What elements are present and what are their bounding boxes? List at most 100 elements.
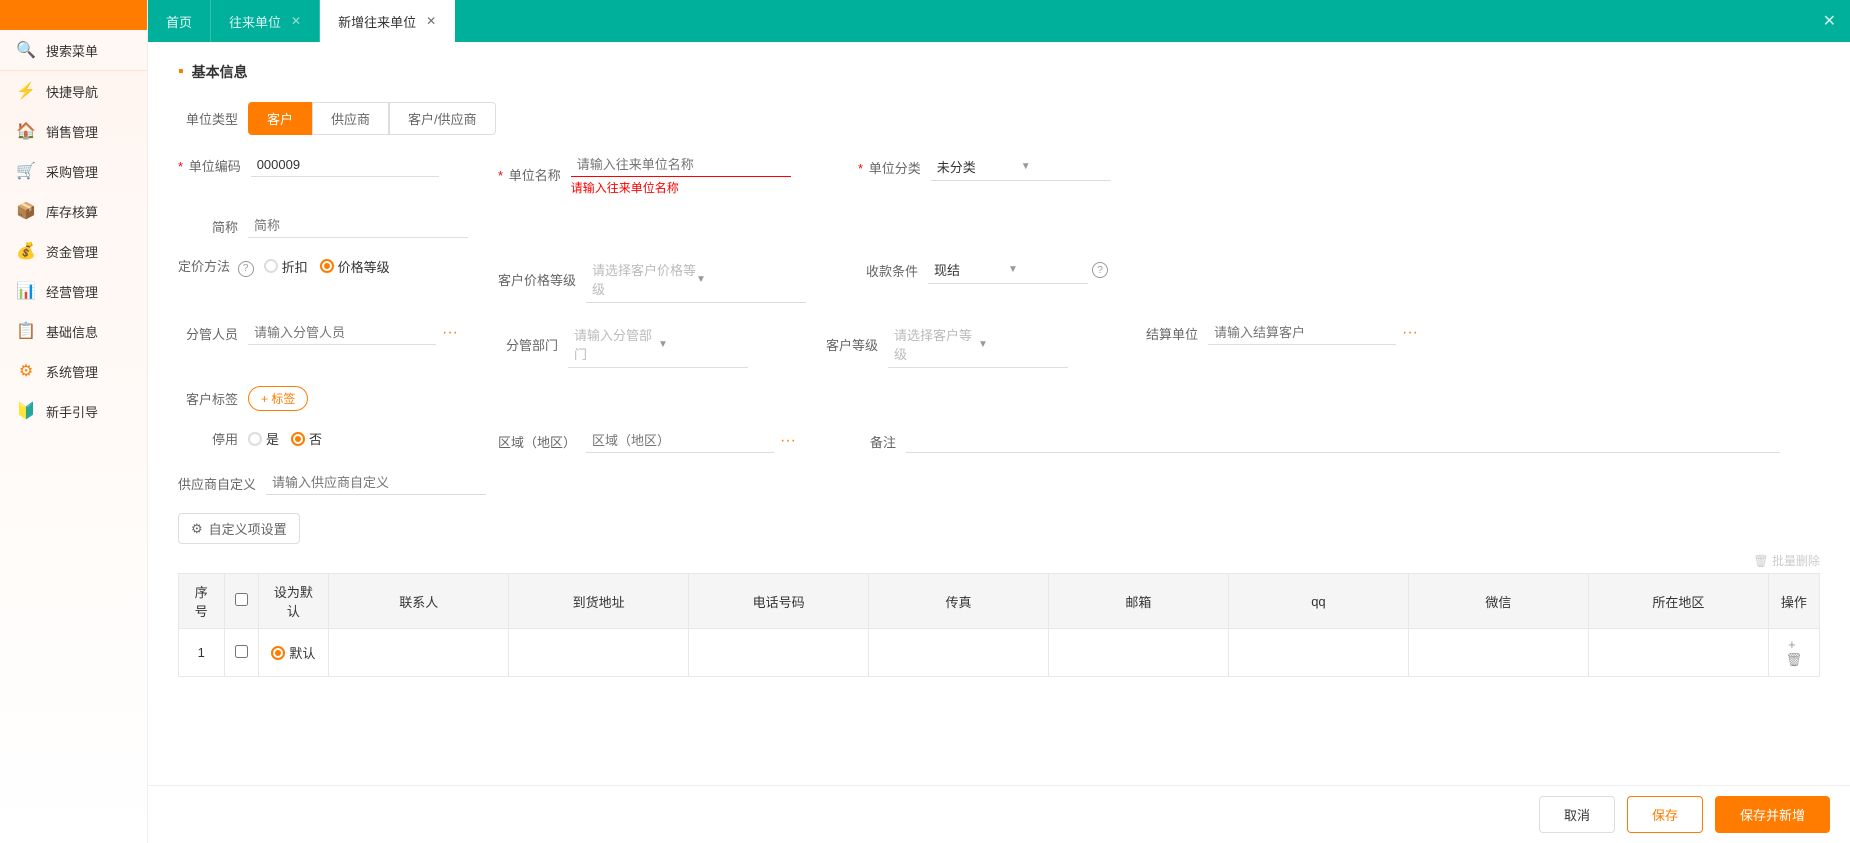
save-button[interactable]: 保存	[1627, 796, 1703, 833]
td-phone[interactable]	[689, 629, 869, 677]
settlement-more-btn[interactable]: ···	[1402, 324, 1418, 342]
contacts-table: 序号 设为默认 联系人 到货地址 电话号码 传真 邮箱 qq 微信 所在地区 操…	[178, 573, 1820, 677]
pricing-radio-group: 折扣 价格等级	[264, 257, 390, 276]
customer-level-arrow: ▼	[978, 339, 1062, 350]
customer-price-level-group: 客户价格等级 请选择客户价格等级 ▼	[498, 256, 818, 303]
customer-price-level-select[interactable]: 请选择客户价格等级 ▼	[586, 256, 806, 303]
td-qq[interactable]	[1228, 629, 1408, 677]
sidebar-item-quick-nav[interactable]: ⚡ 快捷导航	[0, 71, 147, 111]
manager-group: 分管人员 ···	[178, 321, 458, 345]
table-header-row: 序号 设为默认 联系人 到货地址 电话号码 传真 邮箱 qq 微信 所在地区 操…	[179, 574, 1820, 629]
radio-price-level[interactable]: 价格等级	[320, 257, 390, 276]
tab-new-partner-close[interactable]: ✕	[426, 14, 436, 28]
pricing-help-icon[interactable]: ?	[238, 261, 254, 277]
short-name-group: 简称	[178, 214, 468, 238]
sidebar-item-new-guide[interactable]: 🔰 新手引导	[0, 391, 147, 431]
supplier-custom-row: 供应商自定义	[178, 471, 1820, 495]
region-more-btn[interactable]: ···	[780, 432, 796, 450]
email-input[interactable]	[1059, 645, 1218, 660]
select-all-checkbox[interactable]	[235, 593, 248, 606]
add-tag-button[interactable]: + 标签	[248, 386, 308, 411]
btn-type-both[interactable]: 客户/供应商	[389, 102, 496, 135]
sidebar-item-operations[interactable]: 📊 经营管理	[0, 271, 147, 311]
tab-home[interactable]: 首页	[148, 0, 211, 42]
manager-label: 分管人员	[178, 324, 238, 343]
supplier-custom-group: 供应商自定义	[178, 471, 486, 495]
dept-label: 分管部门	[498, 335, 558, 354]
unit-type-label: 单位类型	[178, 109, 238, 128]
customer-level-label: 客户等级	[818, 335, 878, 354]
pricing-label: 定价方法 ?	[178, 256, 254, 277]
name-input[interactable]	[571, 153, 791, 177]
payment-terms-help-icon[interactable]: ?	[1092, 262, 1108, 278]
supplier-custom-input[interactable]	[266, 471, 486, 495]
manager-more-btn[interactable]: ···	[442, 324, 458, 342]
th-address: 到货地址	[509, 574, 689, 629]
code-input[interactable]	[251, 153, 439, 177]
delete-row-btn[interactable]: 🗑	[1786, 652, 1803, 667]
td-default: 默认	[258, 629, 329, 677]
tab-partners[interactable]: 往来单位 ✕	[211, 0, 320, 42]
sidebar-item-basic-info[interactable]: 📋 基础信息	[0, 311, 147, 351]
th-email: 邮箱	[1048, 574, 1228, 629]
td-email[interactable]	[1048, 629, 1228, 677]
sidebar-item-search[interactable]: 🔍 搜索菜单	[0, 30, 147, 71]
save-new-button[interactable]: 保存并新增	[1715, 796, 1830, 833]
qq-input[interactable]	[1239, 645, 1398, 660]
td-wechat[interactable]	[1408, 629, 1588, 677]
unit-type-buttons: 客户 供应商 客户/供应商	[248, 102, 496, 135]
manager-input[interactable]	[248, 321, 436, 345]
address-input[interactable]	[519, 645, 678, 660]
payment-terms-label: 收款条件	[858, 261, 918, 280]
th-contact: 联系人	[329, 574, 509, 629]
dept-select[interactable]: 请输入分管部门 ▼	[568, 321, 748, 368]
radio-disabled-no[interactable]: 否	[291, 429, 322, 448]
settlement-input[interactable]	[1208, 321, 1396, 345]
cancel-button[interactable]: 取消	[1539, 796, 1615, 833]
default-radio[interactable]: 默认	[269, 643, 319, 662]
add-row-btn[interactable]: +	[1788, 637, 1796, 652]
unit-type-row: 单位类型 客户 供应商 客户/供应商	[178, 102, 1820, 135]
tags-group: 客户标签 + 标签	[178, 386, 458, 411]
td-contact[interactable]	[329, 629, 509, 677]
radio-discount[interactable]: 折扣	[264, 257, 308, 276]
close-all-tabs[interactable]: ✕	[1809, 11, 1850, 31]
td-seq: 1	[179, 629, 225, 677]
region-group: 区域（地区） ···	[498, 429, 796, 453]
td-address[interactable]	[509, 629, 689, 677]
disabled-group: 停用 是 否	[178, 429, 458, 448]
short-name-input[interactable]	[248, 214, 468, 238]
payment-terms-select[interactable]: 现结 ▼	[928, 256, 1088, 284]
sidebar-item-finance[interactable]: 💰 资金管理	[0, 231, 147, 271]
td-region[interactable]	[1588, 629, 1768, 677]
phone-input[interactable]	[699, 645, 858, 660]
radio-disabled-yes[interactable]: 是	[248, 429, 279, 448]
wechat-input[interactable]	[1419, 645, 1578, 660]
row-checkbox[interactable]	[235, 645, 248, 658]
tab-new-partner[interactable]: 新增往来单位 ✕	[320, 0, 455, 42]
sidebar-item-purchase[interactable]: 🛒 采购管理	[0, 151, 147, 191]
tab-partners-close[interactable]: ✕	[291, 14, 301, 28]
category-select[interactable]: 未分类 ▼	[931, 153, 1111, 181]
dept-arrow: ▼	[658, 339, 742, 350]
sidebar-item-sales[interactable]: 🏠 销售管理	[0, 111, 147, 151]
td-fax[interactable]	[869, 629, 1049, 677]
search-icon: 🔍	[16, 40, 36, 60]
sidebar-item-system[interactable]: ⚙ 系统管理	[0, 351, 147, 391]
sidebar-label-quick-nav: 快捷导航	[46, 82, 131, 101]
region-input[interactable]	[586, 429, 774, 453]
fax-input[interactable]	[879, 645, 1038, 660]
table-row: 1 默认	[179, 629, 1820, 677]
remark-input[interactable]	[906, 429, 1780, 453]
custom-settings-button[interactable]: ⚙ 自定义项设置	[178, 513, 300, 544]
btn-type-customer[interactable]: 客户	[248, 102, 312, 135]
contact-input[interactable]	[339, 645, 498, 660]
batch-delete-area: 🗑 批量删除	[178, 552, 1820, 569]
radio-price-level-circle	[320, 259, 334, 273]
btn-type-supplier[interactable]: 供应商	[312, 102, 389, 135]
dept-group: 分管部门 请输入分管部门 ▼	[498, 321, 778, 368]
region-table-input[interactable]	[1599, 645, 1758, 660]
sidebar-item-inventory[interactable]: 📦 库存核算	[0, 191, 147, 231]
th-seq: 序号	[179, 574, 225, 629]
customer-level-select[interactable]: 请选择客户等级 ▼	[888, 321, 1068, 368]
